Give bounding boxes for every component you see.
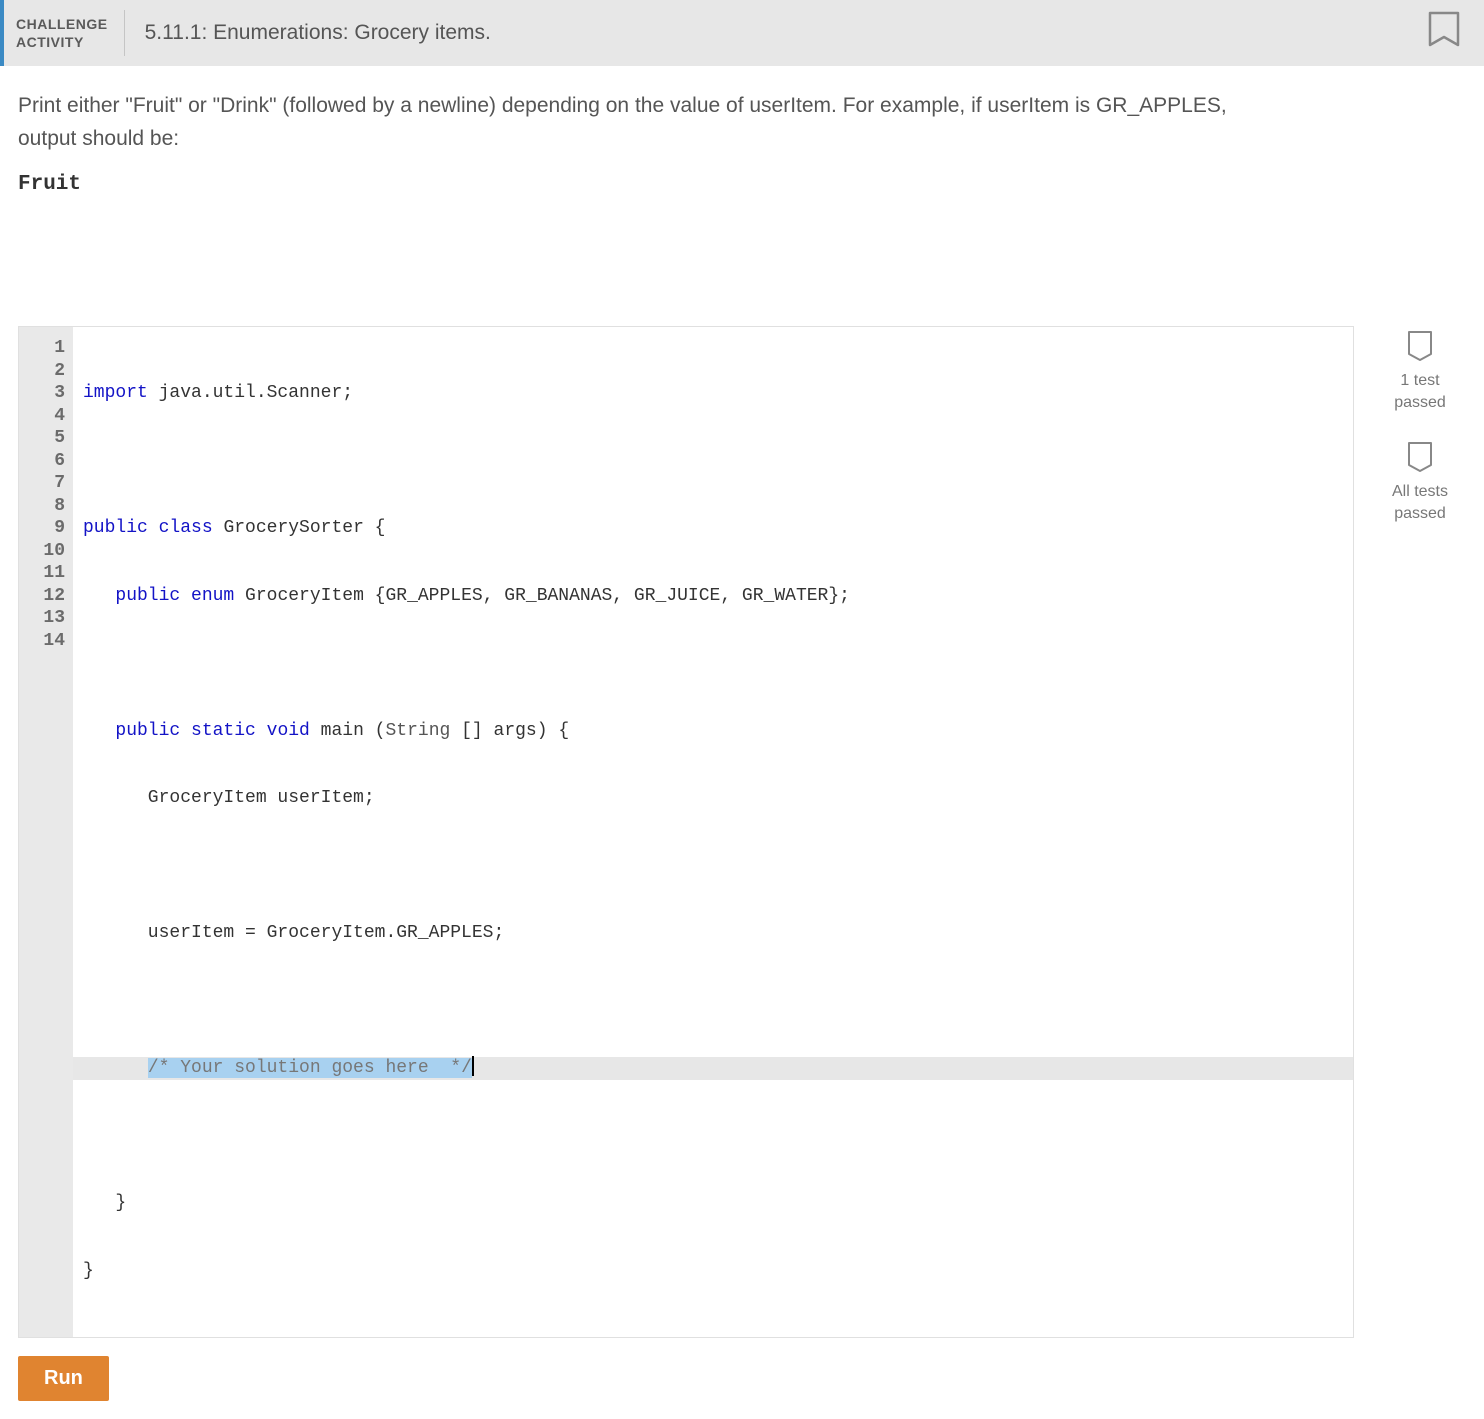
code-line xyxy=(73,990,1353,1013)
challenge-label-line2: ACTIVITY xyxy=(16,33,108,51)
all-tests-passed-badge: All tests passed xyxy=(1392,441,1448,526)
example-output: Fruit xyxy=(18,173,1466,196)
code-line: import java.util.Scanner; xyxy=(73,382,1353,405)
shield-icon xyxy=(1406,441,1434,475)
code-line: public enum GroceryItem {GR_APPLES, GR_B… xyxy=(73,585,1353,608)
gutter-line: 6 xyxy=(19,450,65,473)
gutter-line: 14 xyxy=(19,630,65,653)
gutter-line: 10 xyxy=(19,540,65,563)
code-line xyxy=(73,652,1353,675)
run-button[interactable]: Run xyxy=(18,1356,109,1401)
code-line-active: /* Your solution goes here */ xyxy=(73,1057,1353,1080)
badge-text: passed xyxy=(1394,392,1446,414)
badge-text: 1 test xyxy=(1400,370,1439,392)
line-gutter: 1 2 3 4 5 6 7 8 9 10 11 12 13 14 xyxy=(19,327,73,1337)
gutter-line: 3 xyxy=(19,382,65,405)
gutter-line: 9 xyxy=(19,517,65,540)
challenge-label-line1: CHALLENGE xyxy=(16,15,108,33)
code-editor[interactable]: 1 2 3 4 5 6 7 8 9 10 11 12 13 14 import … xyxy=(18,326,1354,1338)
code-text[interactable]: import java.util.Scanner; public class G… xyxy=(73,327,1353,1337)
code-line: public class GrocerySorter { xyxy=(73,517,1353,540)
gutter-line: 5 xyxy=(19,427,65,450)
text-caret xyxy=(472,1056,474,1076)
gutter-line: 12 xyxy=(19,585,65,608)
activity-title: 5.11.1: Enumerations: Grocery items. xyxy=(125,0,511,66)
prompt-text: Print either "Fruit" or "Drink" (followe… xyxy=(18,90,1278,155)
gutter-line: 8 xyxy=(19,495,65,518)
bookmark-icon[interactable] xyxy=(1426,0,1484,66)
gutter-line: 11 xyxy=(19,562,65,585)
badge-text: passed xyxy=(1394,503,1446,525)
code-line xyxy=(73,855,1353,878)
gutter-line: 4 xyxy=(19,405,65,428)
code-line: userItem = GroceryItem.GR_APPLES; xyxy=(73,922,1353,945)
gutter-line: 1 xyxy=(19,337,65,360)
shield-icon xyxy=(1406,330,1434,364)
prompt-section: Print either "Fruit" or "Drink" (followe… xyxy=(0,66,1484,326)
test-status-panel: 1 test passed All tests passed xyxy=(1374,326,1466,1338)
gutter-line: 13 xyxy=(19,607,65,630)
code-line: } xyxy=(73,1260,1353,1283)
code-line: GroceryItem userItem; xyxy=(73,787,1353,810)
code-line xyxy=(73,450,1353,473)
one-test-passed-badge: 1 test passed xyxy=(1394,330,1446,415)
badge-text: All tests xyxy=(1392,481,1448,503)
activity-header: CHALLENGE ACTIVITY 5.11.1: Enumerations:… xyxy=(0,0,1484,66)
run-row: Run xyxy=(0,1338,1484,1419)
challenge-activity-label: CHALLENGE ACTIVITY xyxy=(4,10,125,56)
code-line: public static void main (String [] args)… xyxy=(73,720,1353,743)
gutter-line: 2 xyxy=(19,360,65,383)
code-line xyxy=(73,1125,1353,1148)
work-area: 1 2 3 4 5 6 7 8 9 10 11 12 13 14 import … xyxy=(0,326,1484,1338)
code-line: } xyxy=(73,1192,1353,1215)
gutter-line: 7 xyxy=(19,472,65,495)
